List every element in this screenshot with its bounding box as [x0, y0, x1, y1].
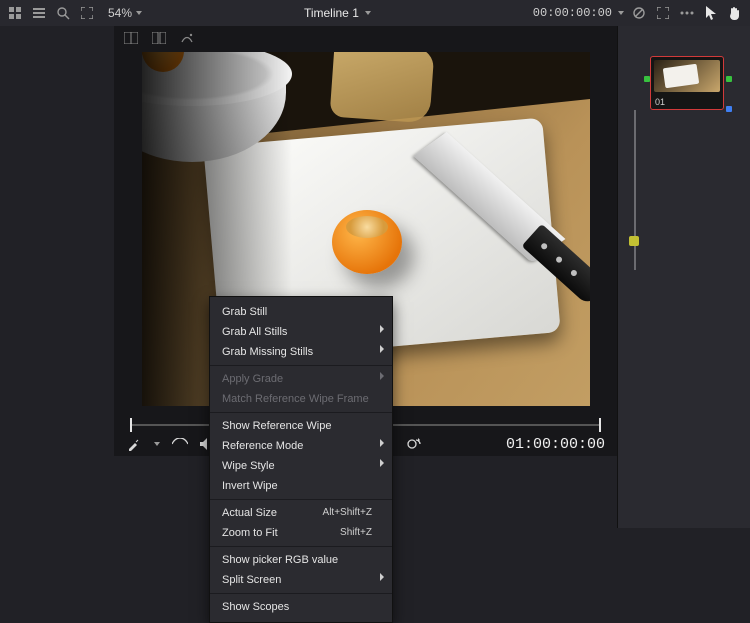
menu-item-label: Split Screen [222, 574, 281, 586]
node-graph-panel[interactable]: 01 [617, 26, 750, 528]
zoom-value: 54% [108, 6, 132, 20]
menu-item-label: Grab Still [222, 306, 267, 318]
in-marker[interactable] [130, 418, 132, 432]
chevron-right-icon [380, 325, 384, 333]
timeline-title[interactable]: Timeline 1 [304, 6, 371, 20]
menu-item-label: Show Reference Wipe [222, 420, 331, 432]
bypass-icon[interactable] [630, 4, 648, 22]
viewer-sub-toolbar [114, 26, 617, 50]
chevron-down-icon [136, 11, 142, 15]
menu-separator [210, 412, 392, 413]
pointer-icon[interactable] [702, 4, 720, 22]
menu-item[interactable]: Reference Mode [210, 436, 392, 456]
out-marker[interactable] [599, 418, 601, 432]
image-wipe-icon[interactable] [122, 29, 140, 47]
grid-icon[interactable] [6, 4, 24, 22]
menu-item-label: Show picker RGB value [222, 554, 338, 566]
menu-separator [210, 365, 392, 366]
menu-item-label: Zoom to Fit [222, 527, 278, 539]
menu-item[interactable]: Split Screen [210, 570, 392, 590]
menu-item[interactable]: Show Reference Wipe [210, 416, 392, 436]
menu-separator [210, 546, 392, 547]
menu-item[interactable]: Grab Still [210, 302, 392, 322]
menu-item-label: Grab Missing Stills [222, 346, 313, 358]
chevron-down-icon[interactable] [154, 442, 160, 446]
menu-item[interactable]: Show picker RGB value [210, 550, 392, 570]
chevron-right-icon [380, 573, 384, 581]
menu-item-label: Grab All Stills [222, 326, 287, 338]
menu-item-label: Invert Wipe [222, 480, 278, 492]
menu-item-label: Show Scopes [222, 601, 289, 613]
chevron-right-icon [380, 372, 384, 380]
top-toolbar: 54% Timeline 1 00:00:00:00 [0, 0, 750, 27]
menu-item-label: Reference Mode [222, 440, 303, 452]
hand-icon[interactable] [726, 4, 744, 22]
zoom-dropdown[interactable]: 54% [108, 6, 142, 20]
highlight-icon[interactable] [178, 29, 196, 47]
chevron-down-icon[interactable] [618, 11, 624, 15]
node-junction-dot[interactable] [629, 236, 639, 246]
chevron-right-icon [380, 439, 384, 447]
menu-item[interactable]: Grab All Stills [210, 322, 392, 342]
node-label: 01 [655, 97, 665, 107]
menu-item[interactable]: Zoom to Fit Shift+Z [210, 523, 392, 543]
node-wire [634, 110, 636, 270]
unmix-icon[interactable] [172, 436, 188, 452]
chevron-down-icon [365, 11, 371, 15]
node-alpha-dot[interactable] [726, 106, 732, 112]
menu-separator [210, 499, 392, 500]
master-timecode: 00:00:00:00 [533, 6, 612, 20]
menu-item[interactable]: Wipe Style [210, 456, 392, 476]
viewer-timecode: 01:00:00:00 [506, 436, 605, 453]
menu-item-shortcut: Shift+Z [340, 525, 372, 541]
list-icon[interactable] [30, 4, 48, 22]
more-icon[interactable] [678, 4, 696, 22]
loop-icon[interactable] [406, 436, 422, 452]
menu-item-label: Wipe Style [222, 460, 275, 472]
picker-icon[interactable] [126, 436, 142, 452]
timeline-title-text: Timeline 1 [304, 6, 359, 20]
menu-item: Apply Grade [210, 369, 392, 389]
menu-item: Match Reference Wipe Frame [210, 389, 392, 409]
menu-item[interactable]: Show Scopes [210, 597, 392, 617]
search-icon[interactable] [54, 4, 72, 22]
menu-separator [210, 593, 392, 594]
menu-item-label: Apply Grade [222, 373, 283, 385]
menu-item[interactable]: Actual Size Alt+Shift+Z [210, 503, 392, 523]
menu-item-shortcut: Alt+Shift+Z [323, 505, 372, 521]
chevron-right-icon [380, 345, 384, 353]
chevron-right-icon [380, 459, 384, 467]
node-output-dot[interactable] [726, 76, 732, 82]
menu-item-label: Match Reference Wipe Frame [222, 393, 369, 405]
expand-icon[interactable] [654, 4, 672, 22]
menu-item[interactable]: Grab Missing Stills [210, 342, 392, 362]
node-01[interactable]: 01 [650, 56, 724, 110]
left-panel [0, 26, 114, 528]
viewer-context-menu: Grab Still Grab All Stills Grab Missing St… [209, 296, 393, 623]
node-thumbnail [654, 60, 720, 92]
node-input-dot[interactable] [644, 76, 650, 82]
menu-item-label: Actual Size [222, 507, 277, 519]
split-icon[interactable] [150, 29, 168, 47]
fit-icon[interactable] [78, 4, 96, 22]
menu-item[interactable]: Invert Wipe [210, 476, 392, 496]
